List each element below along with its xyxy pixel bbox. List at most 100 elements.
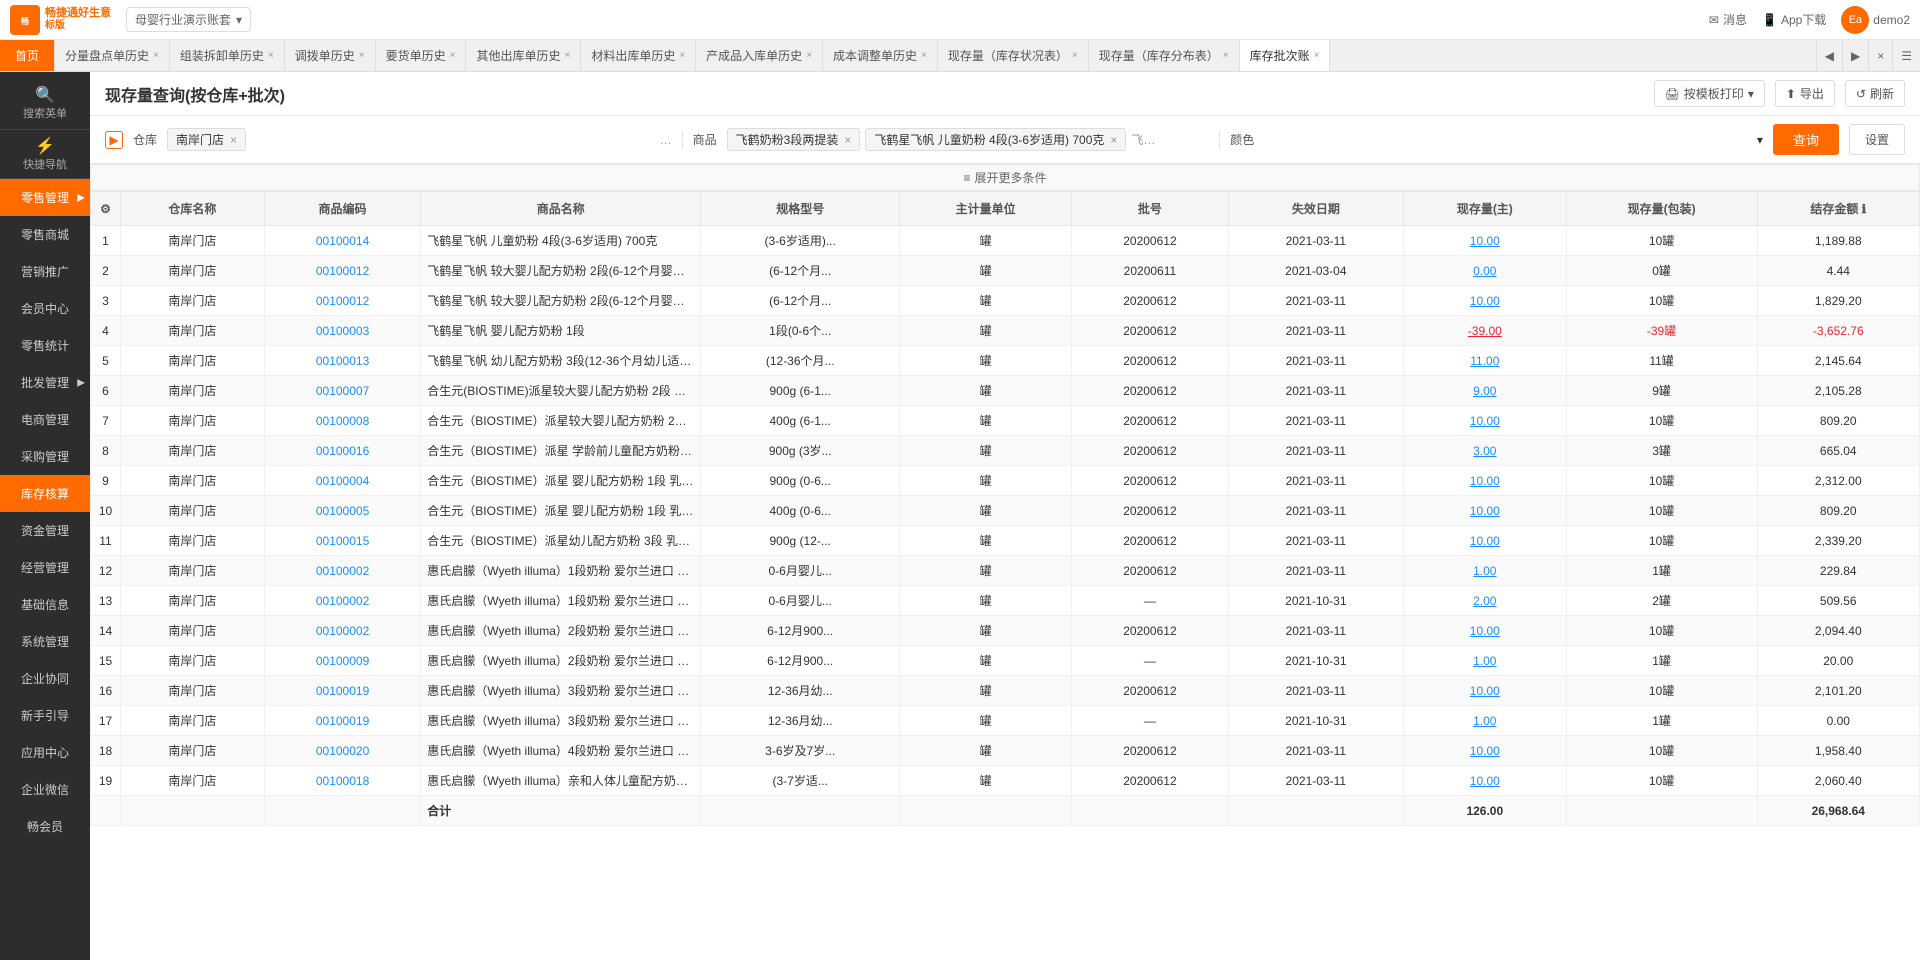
nav-tab-1[interactable]: 分量盘点单历史 × — [55, 40, 170, 72]
cell-spec-0: (3-6岁适用)... — [701, 226, 900, 256]
product-tag-1-remove[interactable]: × — [844, 133, 851, 147]
sidebar-item-guide[interactable]: 新手引导 — [0, 697, 90, 734]
cell-spec-10: 900g (12-... — [701, 526, 900, 556]
sidebar-item-basic[interactable]: 基础信息 — [0, 586, 90, 623]
product-tag-2-remove[interactable]: × — [1110, 133, 1117, 147]
tab-close-6[interactable]: × — [679, 50, 685, 61]
tab-close-7[interactable]: × — [806, 50, 812, 61]
sidebar-item-marketing[interactable]: 营销推广 — [0, 253, 90, 290]
cell-expire-17: 2021-03-11 — [1228, 736, 1403, 766]
export-btn[interactable]: ⬆ 导出 — [1775, 80, 1835, 107]
industry-selector[interactable]: 母婴行业演示账套 ▾ — [126, 7, 251, 32]
tab-close-10[interactable]: × — [1223, 50, 1229, 61]
tab-close-3[interactable]: × — [359, 50, 365, 61]
sidebar-item-mall[interactable]: 零售商城 — [0, 216, 90, 253]
summary-empty-5 — [900, 796, 1072, 826]
cell-warehouse-15: 南岸门店 — [121, 676, 265, 706]
svg-text:畅: 畅 — [21, 16, 29, 26]
tab-label-6: 材料出库单历史 — [591, 47, 675, 64]
cell-name-12: 惠氏启朦（Wyeth illuma）1段奶粉 爱尔兰进口 0-6月婴... — [421, 586, 701, 616]
tab-close-4[interactable]: × — [450, 50, 456, 61]
cell-code-17: 00100020 — [264, 736, 420, 766]
nav-tab-4[interactable]: 要货单历史 × — [376, 40, 467, 72]
tab-close-11[interactable]: × — [1314, 50, 1320, 61]
sidebar-item-retail[interactable]: 零售管理 ▶ — [0, 179, 90, 216]
cell-warehouse-13: 南岸门店 — [121, 616, 265, 646]
tab-close-1[interactable]: × — [153, 50, 159, 61]
cell-qty-pack-7: 3罐 — [1566, 436, 1757, 466]
cell-unit-10: 罐 — [900, 526, 1072, 556]
cell-spec-2: (6-12个月... — [701, 286, 900, 316]
nav-tab-5[interactable]: 其他出库单历史 × — [466, 40, 581, 72]
warehouse-tag-1: 南岸门店 × — [167, 128, 246, 151]
expand-more-toggle[interactable]: ≡ 展开更多条件 — [90, 164, 1920, 191]
page-header: 现存量查询(按仓库+批次) 🖨 按模板打印 ▾ ⬆ 导出 ↺ 刷新 — [90, 72, 1920, 116]
tab-label-3: 调拨单历史 — [295, 47, 355, 64]
tab-label-8: 成本调整单历史 — [833, 47, 917, 64]
filter-expand-btn[interactable]: ▶ — [105, 131, 123, 149]
settings-btn[interactable]: 设置 — [1849, 124, 1905, 155]
cell-code-9: 00100005 — [264, 496, 420, 526]
sidebar-item-inventory[interactable]: 库存核算 — [0, 475, 90, 512]
message-btn[interactable]: ✉ 消息 — [1709, 11, 1747, 28]
nav-tab-6[interactable]: 材料出库单历史 × — [581, 40, 696, 72]
sidebar-item-finance[interactable]: 资金管理 — [0, 512, 90, 549]
data-table-wrap: ⚙ 仓库名称 商品编码 商品名称 规格型号 主计量单位 批号 失效日期 现存量(… — [90, 191, 1920, 960]
cell-no-6: 7 — [91, 406, 121, 436]
tab-close-9[interactable]: × — [1072, 50, 1078, 61]
product-tag-2: 飞鹤星飞帆 儿童奶粉 4段(3-6岁适用) 700克 × — [865, 128, 1126, 151]
sidebar-item-label-wechat: 企业微信 — [21, 783, 69, 797]
summary-empty-1 — [91, 796, 121, 826]
nav-tab-3[interactable]: 调拨单历史 × — [285, 40, 376, 72]
sidebar-item-label-operations: 经营管理 — [21, 561, 69, 575]
tab-label-4: 要货单历史 — [386, 47, 446, 64]
user-avatar-btn[interactable]: Ea demo2 — [1841, 6, 1910, 34]
tab-close-8[interactable]: × — [921, 50, 927, 61]
nav-tab-home[interactable]: 首页 — [0, 40, 55, 72]
nav-tab-9[interactable]: 现存量（库存状况表） × — [938, 40, 1089, 72]
sidebar-item-system[interactable]: 系统管理 — [0, 623, 90, 660]
cell-name-16: 惠氏启朦（Wyeth illuma）3段奶粉 爱尔兰进口 12-36月... — [421, 706, 701, 736]
sidebar-quick-nav[interactable]: ⚡ 快捷导航 — [0, 130, 90, 179]
cell-code-7: 00100016 — [264, 436, 420, 466]
cell-expire-11: 2021-03-11 — [1228, 556, 1403, 586]
logo: 畅 畅捷通好生意 标版 — [10, 5, 111, 35]
nav-tab-11[interactable]: 库存批次账 × — [1240, 40, 1331, 72]
nav-next-btn[interactable]: ▶ — [1842, 40, 1868, 72]
sidebar-item-wholesale[interactable]: 批发管理 ▶ — [0, 364, 90, 401]
sidebar-item-ecommerce[interactable]: 电商管理 — [0, 401, 90, 438]
query-btn[interactable]: 查询 — [1773, 124, 1839, 155]
print-btn[interactable]: 🖨 按模板打印 ▾ — [1654, 80, 1765, 107]
tab-close-2[interactable]: × — [268, 50, 274, 61]
cell-qty-main-7: 3.00 — [1404, 436, 1567, 466]
app-download-btn[interactable]: 📱 App下载 — [1762, 11, 1826, 28]
sidebar-search[interactable]: 🔍 搜索英单 — [0, 77, 90, 130]
cell-spec-3: 1段(0-6个... — [701, 316, 900, 346]
refresh-btn[interactable]: ↺ 刷新 — [1845, 80, 1905, 107]
sidebar-item-stats[interactable]: 零售统计 — [0, 327, 90, 364]
tab-close-5[interactable]: × — [564, 50, 570, 61]
sidebar-item-collab[interactable]: 企业协同 — [0, 660, 90, 697]
nav-menu-btn[interactable]: ☰ — [1892, 40, 1920, 72]
nav-prev-btn[interactable]: ◀ — [1816, 40, 1842, 72]
cell-expire-0: 2021-03-11 — [1228, 226, 1403, 256]
sidebar-item-label-guide: 新手引导 — [21, 709, 69, 723]
sidebar-item-vip[interactable]: 畅会员 — [0, 808, 90, 845]
nav-tab-8[interactable]: 成本调整单历史 × — [823, 40, 938, 72]
export-icon: ⬆ — [1786, 87, 1796, 101]
sidebar-item-member[interactable]: 会员中心 — [0, 290, 90, 327]
nav-tab-10[interactable]: 现存量（库存分布表） × — [1089, 40, 1240, 72]
sidebar-item-wechat[interactable]: 企业微信 — [0, 771, 90, 808]
nav-tab-7[interactable]: 产成品入库单历史 × — [696, 40, 823, 72]
cell-qty-main-2: 10.00 — [1404, 286, 1567, 316]
sidebar-item-operations[interactable]: 经营管理 — [0, 549, 90, 586]
cell-warehouse-3: 南岸门店 — [121, 316, 265, 346]
warehouse-tag-remove[interactable]: × — [230, 133, 237, 147]
sidebar-item-purchase[interactable]: 采购管理 — [0, 438, 90, 475]
nav-tabs-actions: ◀ ▶ × ☰ — [1816, 40, 1920, 72]
sidebar-item-apps[interactable]: 应用中心 — [0, 734, 90, 771]
nav-close-btn[interactable]: × — [1868, 40, 1892, 72]
nav-tab-2[interactable]: 组装拆卸单历史 × — [170, 40, 285, 72]
table-row: 8 南岸门店 00100016 合生元（BIOSTIME）派星 学龄前儿童配方奶… — [91, 436, 1920, 466]
cell-batch-1: 20200611 — [1072, 256, 1228, 286]
